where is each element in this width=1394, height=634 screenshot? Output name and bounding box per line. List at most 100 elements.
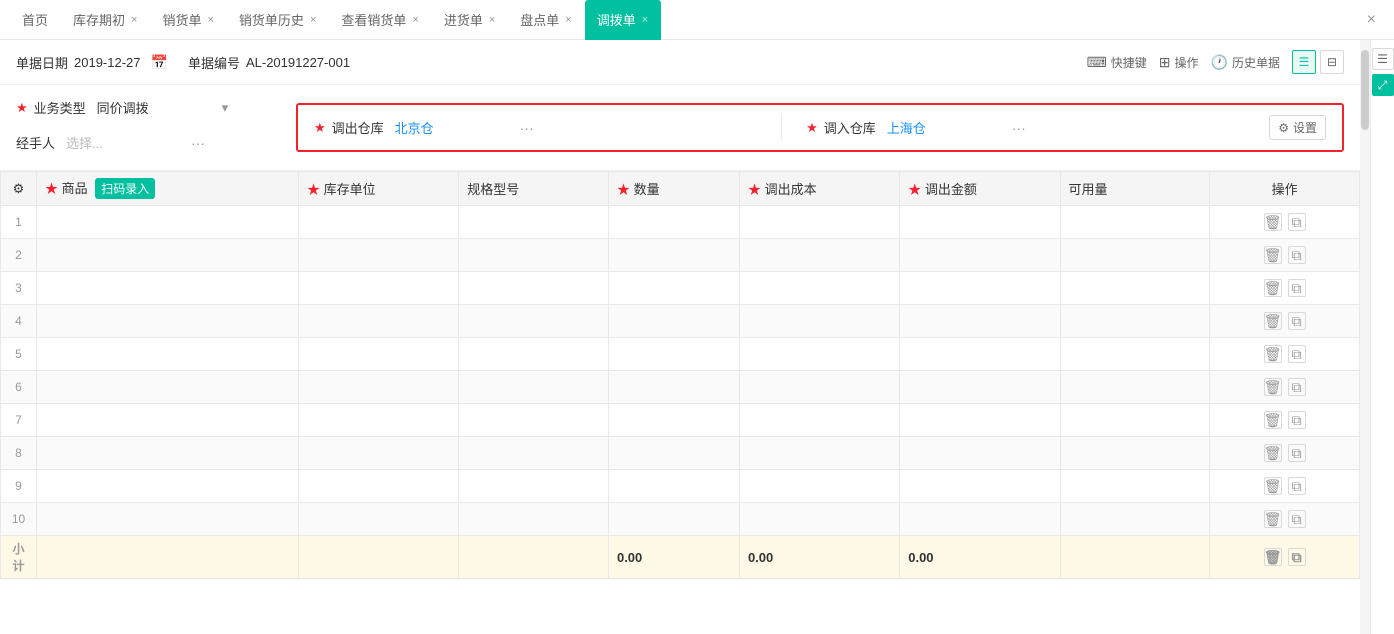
unit-cell[interactable] (298, 272, 458, 305)
spec-cell[interactable] (459, 305, 609, 338)
operations-button[interactable]: ⊞ 操作 (1159, 54, 1199, 71)
qty-cell[interactable] (608, 371, 739, 404)
settings-button[interactable]: ⚙ 设置 (1269, 115, 1326, 140)
product-cell[interactable] (37, 239, 299, 272)
spec-cell[interactable] (459, 371, 609, 404)
spec-cell[interactable] (459, 404, 609, 437)
person-ellipsis-button[interactable]: ··· (187, 135, 209, 151)
tab-sales-order[interactable]: 销货单 × (150, 0, 226, 40)
unit-cell[interactable] (298, 338, 458, 371)
cost-cell[interactable] (739, 371, 899, 404)
person-placeholder[interactable]: 选择... (61, 130, 181, 155)
delete-icon[interactable]: 🗑 (1264, 411, 1282, 429)
unit-cell[interactable] (298, 503, 458, 536)
delete-icon[interactable]: 🗑 (1264, 444, 1282, 462)
product-cell[interactable] (37, 404, 299, 437)
available-cell[interactable] (1060, 239, 1210, 272)
tab-close-view-sales[interactable]: × (412, 14, 418, 26)
delete-icon[interactable]: 🗑 (1264, 345, 1282, 363)
available-cell[interactable] (1060, 305, 1210, 338)
copy-icon[interactable]: ⧉ (1288, 312, 1306, 330)
in-warehouse-value[interactable]: 上海仓 (882, 115, 1002, 140)
copy-icon[interactable]: ⧉ (1288, 510, 1306, 528)
tab-close-inventory-init[interactable]: × (131, 14, 137, 26)
product-cell[interactable] (37, 437, 299, 470)
qty-cell[interactable] (608, 272, 739, 305)
qty-cell[interactable] (608, 503, 739, 536)
out-warehouse-ellipsis[interactable]: ··· (516, 120, 538, 136)
amount-cell[interactable] (900, 305, 1060, 338)
scroll-track[interactable] (1360, 40, 1370, 634)
spec-cell[interactable] (459, 470, 609, 503)
amount-cell[interactable] (900, 371, 1060, 404)
amount-cell[interactable] (900, 272, 1060, 305)
out-warehouse-value[interactable]: 北京仓 (390, 115, 510, 140)
product-cell[interactable] (37, 338, 299, 371)
unit-cell[interactable] (298, 239, 458, 272)
sidebar-list-icon[interactable]: ☰ (1372, 48, 1394, 70)
available-cell[interactable] (1060, 206, 1210, 239)
window-close-button[interactable]: × (1359, 11, 1384, 29)
available-cell[interactable] (1060, 503, 1210, 536)
tab-close-transfer-order[interactable]: × (642, 14, 648, 26)
scan-button[interactable]: 扫码录入 (95, 178, 155, 199)
in-warehouse-ellipsis[interactable]: ··· (1008, 120, 1030, 136)
unit-cell[interactable] (298, 371, 458, 404)
qty-cell[interactable] (608, 437, 739, 470)
copy-icon[interactable]: ⧉ (1288, 477, 1306, 495)
spec-cell[interactable] (459, 239, 609, 272)
qty-cell[interactable] (608, 239, 739, 272)
delete-icon[interactable]: 🗑 (1264, 312, 1282, 330)
cost-cell[interactable] (739, 338, 899, 371)
sidebar-expand-icon[interactable]: ⤢ (1372, 74, 1394, 96)
copy-icon[interactable]: ⧉ (1288, 246, 1306, 264)
qty-cell[interactable] (608, 470, 739, 503)
calendar-icon[interactable]: 📅 (151, 54, 168, 71)
available-cell[interactable] (1060, 338, 1210, 371)
copy-icon[interactable]: ⧉ (1288, 345, 1306, 363)
tab-view-sales[interactable]: 查看销货单 × (329, 0, 431, 40)
amount-cell[interactable] (900, 503, 1060, 536)
tab-close-purchase-order[interactable]: × (489, 14, 495, 26)
cost-cell[interactable] (739, 272, 899, 305)
unit-cell[interactable] (298, 437, 458, 470)
available-cell[interactable] (1060, 371, 1210, 404)
delete-icon[interactable]: 🗑 (1264, 279, 1282, 297)
available-cell[interactable] (1060, 272, 1210, 305)
unit-cell[interactable] (298, 404, 458, 437)
tab-inventory-init[interactable]: 库存期初 × (61, 0, 150, 40)
tab-transfer-order[interactable]: 调拨单 × (585, 0, 661, 40)
available-cell[interactable] (1060, 470, 1210, 503)
col-gear[interactable]: ⚙ (1, 172, 37, 206)
grid-view-button[interactable]: ⊟ (1320, 50, 1344, 74)
spec-cell[interactable] (459, 338, 609, 371)
amount-cell[interactable] (900, 206, 1060, 239)
tab-sales-history[interactable]: 销货单历史 × (227, 0, 329, 40)
shortcuts-button[interactable]: ⌨ 快捷键 (1087, 54, 1147, 71)
product-cell[interactable] (37, 305, 299, 338)
unit-cell[interactable] (298, 470, 458, 503)
amount-cell[interactable] (900, 470, 1060, 503)
product-cell[interactable] (37, 503, 299, 536)
product-cell[interactable] (37, 470, 299, 503)
spec-cell[interactable] (459, 206, 609, 239)
amount-cell[interactable] (900, 437, 1060, 470)
tab-home[interactable]: 首页 (10, 0, 61, 40)
spec-cell[interactable] (459, 272, 609, 305)
qty-cell[interactable] (608, 404, 739, 437)
delete-icon[interactable]: 🗑 (1264, 378, 1282, 396)
available-cell[interactable] (1060, 404, 1210, 437)
copy-icon[interactable]: ⧉ (1288, 279, 1306, 297)
tab-close-sales-history[interactable]: × (310, 14, 316, 26)
product-cell[interactable] (37, 206, 299, 239)
business-type-value[interactable]: 同价调拨 (92, 95, 212, 120)
unit-cell[interactable] (298, 305, 458, 338)
product-cell[interactable] (37, 272, 299, 305)
delete-icon[interactable]: 🗑 (1264, 477, 1282, 495)
unit-cell[interactable] (298, 206, 458, 239)
spec-cell[interactable] (459, 503, 609, 536)
cost-cell[interactable] (739, 305, 899, 338)
available-cell[interactable] (1060, 437, 1210, 470)
qty-cell[interactable] (608, 206, 739, 239)
tab-inventory-check[interactable]: 盘点单 × (508, 0, 584, 40)
